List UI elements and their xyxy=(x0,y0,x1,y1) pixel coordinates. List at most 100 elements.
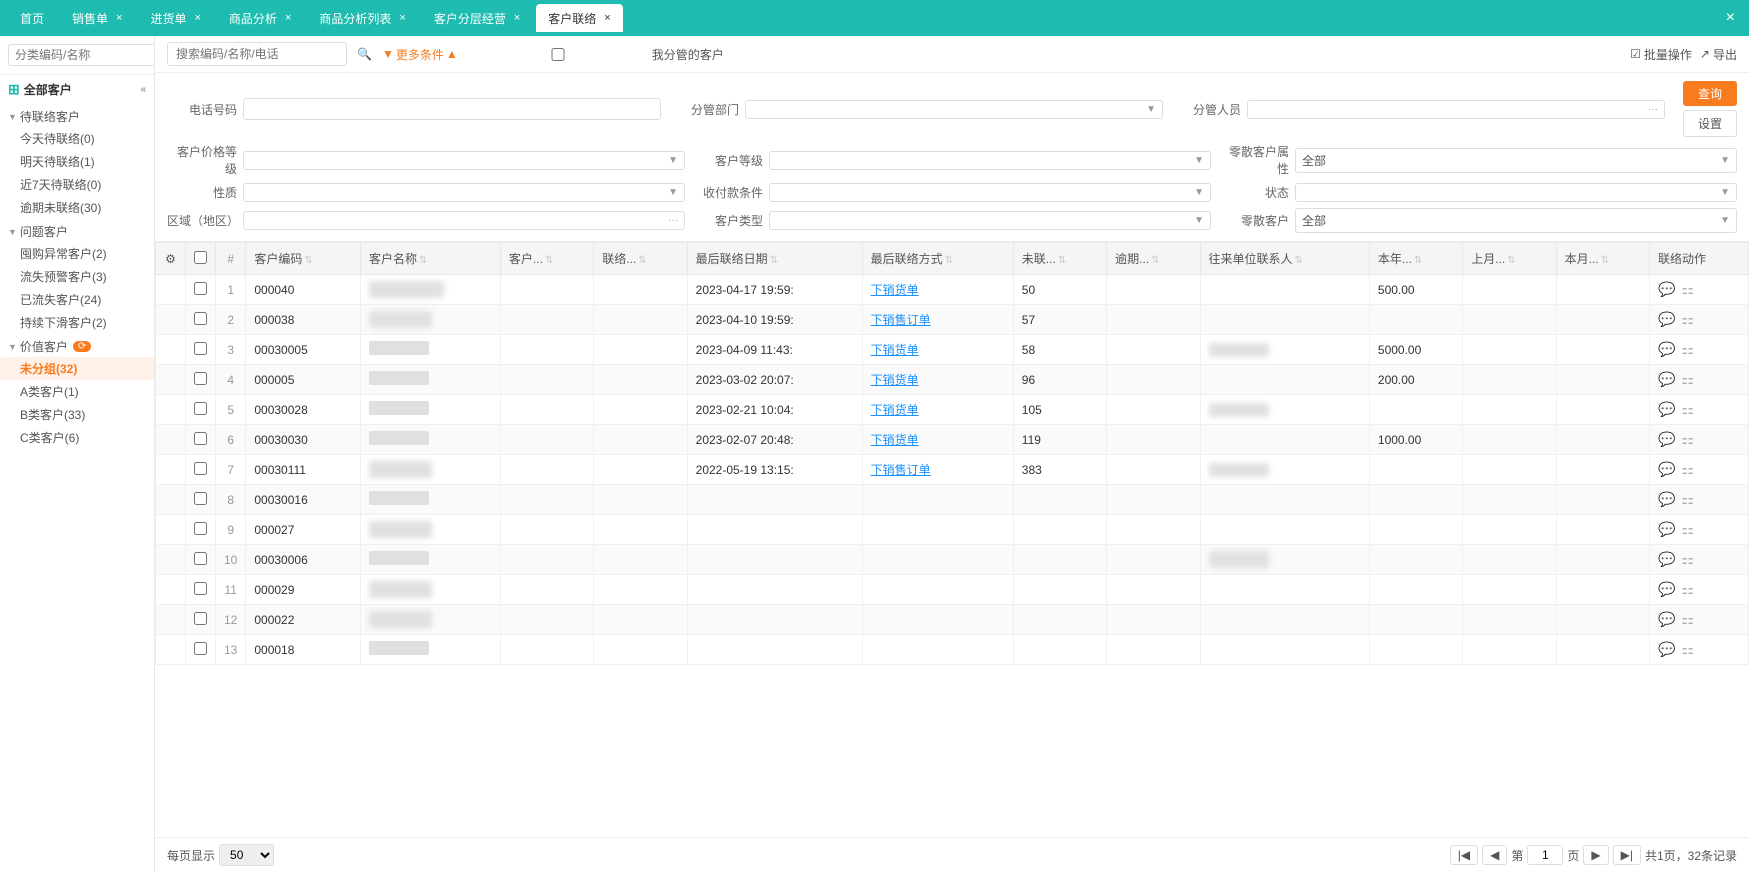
td-last-method[interactable] xyxy=(862,605,1013,635)
next-page-btn[interactable]: ▶ xyxy=(1583,845,1608,865)
retail-customer-select[interactable]: 全部 ▼ xyxy=(1295,208,1737,233)
td-last-method[interactable]: 下销售订单 xyxy=(862,305,1013,335)
td-checkbox[interactable] xyxy=(186,305,216,335)
td-checkbox[interactable] xyxy=(186,635,216,665)
phone-input[interactable] xyxy=(243,98,661,120)
grid-action-icon[interactable]: ⚏ xyxy=(1681,371,1694,388)
sidebar-item-7days-pending[interactable]: 近7天待联络(0) xyxy=(0,173,154,196)
td-last-method[interactable]: 下销货单 xyxy=(862,275,1013,305)
td-checkbox[interactable] xyxy=(186,545,216,575)
close-product-list-tab[interactable]: × xyxy=(399,12,405,24)
page-input[interactable] xyxy=(1527,845,1563,865)
td-checkbox[interactable] xyxy=(186,575,216,605)
sidebar-item-class-a[interactable]: A类客户(1) xyxy=(0,380,154,403)
sidebar-item-unclassified[interactable]: 未分组(32) xyxy=(0,357,154,380)
sidebar-item-overdue[interactable]: 逾期未联络(30) xyxy=(0,196,154,219)
td-last-method[interactable]: 下销货单 xyxy=(862,425,1013,455)
td-checkbox[interactable] xyxy=(186,335,216,365)
close-customer-contact-tab[interactable]: × xyxy=(604,12,610,24)
chat-icon[interactable]: 💬 xyxy=(1658,371,1675,388)
chat-icon[interactable]: 💬 xyxy=(1658,611,1675,628)
chat-icon[interactable]: 💬 xyxy=(1658,521,1675,538)
search-button[interactable]: 🔍 xyxy=(357,47,372,61)
sidebar-item-today-pending[interactable]: 今天待联络(0) xyxy=(0,127,154,150)
sidebar-item-churn-warning[interactable]: 流失预警客户(3) xyxy=(0,265,154,288)
chat-icon[interactable]: 💬 xyxy=(1658,401,1675,418)
tab-home[interactable]: 首页 xyxy=(8,4,56,32)
last-page-btn[interactable]: ▶| xyxy=(1613,845,1641,865)
sidebar-item-class-c[interactable]: C类客户(6) xyxy=(0,426,154,449)
tab-product-list[interactable]: 商品分析列表 × xyxy=(307,4,417,32)
method-link[interactable]: 下销货单 xyxy=(871,283,919,297)
row-checkbox[interactable] xyxy=(194,402,207,415)
grid-action-icon[interactable]: ⚏ xyxy=(1681,341,1694,358)
pending-group-title[interactable]: ▼ 待联络客户 xyxy=(0,104,154,127)
row-checkbox[interactable] xyxy=(194,492,207,505)
sidebar-item-declining[interactable]: 持续下滑客户(2) xyxy=(0,311,154,334)
window-close[interactable]: × xyxy=(1720,9,1741,27)
th-last-method[interactable]: 最后联络方式⇅ xyxy=(862,243,1013,275)
td-last-method[interactable]: 下销货单 xyxy=(862,335,1013,365)
gender-select[interactable]: ▼ xyxy=(243,183,685,202)
chat-icon[interactable]: 💬 xyxy=(1658,461,1675,478)
grid-action-icon[interactable]: ⚏ xyxy=(1681,611,1694,628)
th-settings[interactable]: ⚙ xyxy=(156,243,186,275)
tab-product-analysis[interactable]: 商品分析 × xyxy=(217,4,303,32)
price-level-select[interactable]: ▼ xyxy=(243,151,685,170)
close-purchase-tab[interactable]: × xyxy=(194,12,200,24)
my-customers-check[interactable] xyxy=(468,48,648,61)
grid-action-icon[interactable]: ⚏ xyxy=(1681,311,1694,328)
chat-icon[interactable]: 💬 xyxy=(1658,551,1675,568)
th-overdue[interactable]: 逾期...⇅ xyxy=(1107,243,1200,275)
price-group-title[interactable]: ▼ 价值客户 ⟳ xyxy=(0,334,154,357)
method-link[interactable]: 下销货单 xyxy=(871,343,919,357)
grid-action-icon[interactable]: ⚏ xyxy=(1681,401,1694,418)
chat-icon[interactable]: 💬 xyxy=(1658,641,1675,658)
td-checkbox[interactable] xyxy=(186,605,216,635)
grid-action-icon[interactable]: ⚏ xyxy=(1681,581,1694,598)
sidebar-search-input[interactable] xyxy=(8,44,155,66)
region-select[interactable]: ··· xyxy=(243,211,685,230)
first-page-btn[interactable]: |◀ xyxy=(1450,845,1478,865)
tab-customer-segment[interactable]: 客户分层经营 × xyxy=(422,4,532,32)
th-last-date[interactable]: 最后联络日期⇅ xyxy=(687,243,862,275)
td-last-method[interactable] xyxy=(862,485,1013,515)
chat-icon[interactable]: 💬 xyxy=(1658,341,1675,358)
grid-action-icon[interactable]: ⚏ xyxy=(1681,551,1694,568)
payment-select[interactable]: ▼ xyxy=(769,183,1211,202)
problem-group-title[interactable]: ▼ 问题客户 xyxy=(0,219,154,242)
retail-attr-select[interactable]: 全部 ▼ xyxy=(1295,148,1737,173)
td-last-method[interactable] xyxy=(862,545,1013,575)
th-partner[interactable]: 往来单位联系人⇅ xyxy=(1200,243,1369,275)
chat-icon[interactable]: 💬 xyxy=(1658,491,1675,508)
th-this-year[interactable]: 本年...⇅ xyxy=(1369,243,1462,275)
sidebar-item-churned[interactable]: 已流失客户(24) xyxy=(0,288,154,311)
sidebar-item-hoarding-abnormal[interactable]: 囤购异常客户(2) xyxy=(0,242,154,265)
method-link[interactable]: 下销货单 xyxy=(871,373,919,387)
th-contact[interactable]: 联络...⇅ xyxy=(594,243,687,275)
tab-customer-contact[interactable]: 客户联络 × xyxy=(536,4,622,32)
td-checkbox[interactable] xyxy=(186,395,216,425)
td-last-method[interactable] xyxy=(862,575,1013,605)
th-name[interactable]: 客户名称⇅ xyxy=(361,243,501,275)
customer-type-select[interactable]: ▼ xyxy=(769,211,1211,230)
td-last-method[interactable]: 下销售订单 xyxy=(862,455,1013,485)
status-select[interactable]: ▼ xyxy=(1295,183,1737,202)
row-checkbox[interactable] xyxy=(194,312,207,325)
close-product-analysis-tab[interactable]: × xyxy=(285,12,291,24)
method-link[interactable]: 下销货单 xyxy=(871,403,919,417)
td-checkbox[interactable] xyxy=(186,485,216,515)
sidebar-item-tomorrow-pending[interactable]: 明天待联络(1) xyxy=(0,150,154,173)
select-all-checkbox[interactable] xyxy=(194,251,207,264)
reset-button[interactable]: 设置 xyxy=(1683,110,1737,137)
row-checkbox[interactable] xyxy=(194,642,207,655)
tab-purchase[interactable]: 进货单 × xyxy=(138,4,212,32)
chat-icon[interactable]: 💬 xyxy=(1658,581,1675,598)
td-last-method[interactable]: 下销货单 xyxy=(862,395,1013,425)
query-button[interactable]: 查询 xyxy=(1683,81,1737,106)
row-checkbox[interactable] xyxy=(194,432,207,445)
td-last-method[interactable] xyxy=(862,635,1013,665)
sidebar-item-class-b[interactable]: B类客户(33) xyxy=(0,403,154,426)
grid-action-icon[interactable]: ⚏ xyxy=(1681,431,1694,448)
td-checkbox[interactable] xyxy=(186,365,216,395)
